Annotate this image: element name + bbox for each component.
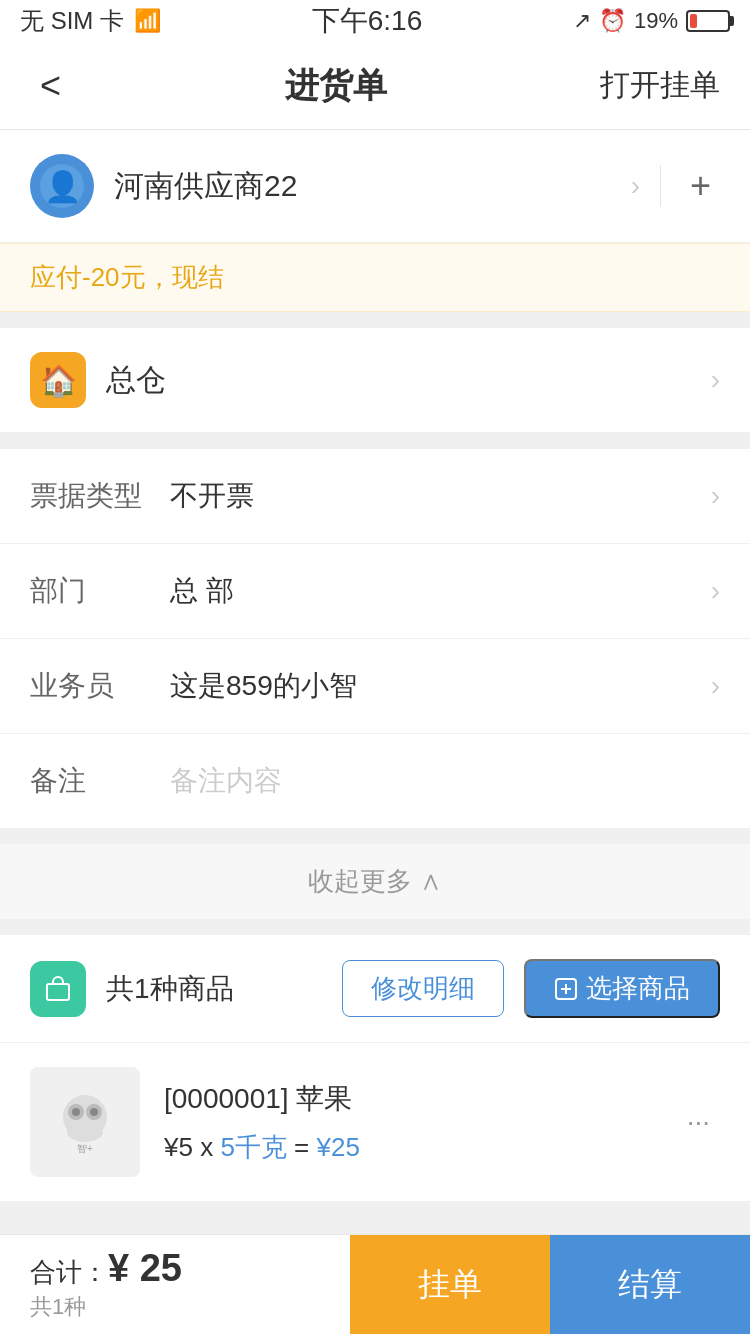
status-left: 无 SIM 卡 📶	[20, 5, 161, 37]
quantity-value: 5千克	[220, 1132, 286, 1162]
dept-label: 部门	[30, 572, 170, 610]
shopping-bag-icon	[43, 974, 73, 1004]
svg-point-7	[67, 1122, 103, 1142]
chevron-right-icon: ›	[631, 170, 640, 202]
modify-detail-button[interactable]: 修改明细	[342, 960, 504, 1017]
salesperson-row[interactable]: 业务员 这是859的小智 ›	[0, 638, 750, 733]
salesperson-chevron-icon: ›	[711, 670, 720, 702]
invoice-value: 不开票	[170, 477, 711, 515]
wifi-icon: 📶	[134, 8, 161, 34]
back-button[interactable]: <	[30, 55, 71, 117]
status-right: ↗ ⏰ 19%	[573, 8, 730, 34]
select-icon	[554, 977, 578, 1001]
warehouse-icon: 🏠	[30, 352, 86, 408]
remark-input[interactable]: 备注内容	[170, 762, 720, 800]
open-hang-button[interactable]: 打开挂单	[600, 65, 720, 106]
select-product-label: 选择商品	[586, 971, 690, 1006]
salesperson-value: 这是859的小智	[170, 667, 711, 705]
supplier-add-button[interactable]: +	[660, 165, 720, 207]
total-value: ¥25	[317, 1132, 360, 1162]
dept-row[interactable]: 部门 总 部 ›	[0, 543, 750, 638]
checkout-button[interactable]: 结算	[550, 1235, 750, 1335]
person-icon: 👤	[44, 169, 81, 204]
product-info: [0000001] 苹果 ¥5 x 5千克 = ¥25	[164, 1080, 677, 1165]
location-icon: ↗	[573, 8, 591, 34]
product-owl-logo: 智+	[45, 1082, 125, 1162]
warehouse-row[interactable]: 🏠 总仓 ›	[0, 328, 750, 432]
invoice-chevron-icon: ›	[711, 480, 720, 512]
invoice-label: 票据类型	[30, 477, 170, 515]
supplier-name: 河南供应商22	[114, 166, 631, 207]
footer-total: 合计： ¥ 25 共1种	[0, 1247, 350, 1322]
nav-bar: < 进货单 打开挂单	[0, 42, 750, 130]
price-value: ¥5 x	[164, 1132, 220, 1162]
form-section: 票据类型 不开票 › 部门 总 部 › 业务员 这是859的小智 › 备注 备注…	[0, 448, 750, 828]
battery-percent: 19%	[634, 8, 678, 34]
battery-fill	[690, 14, 697, 28]
status-bar: 无 SIM 卡 📶 下午6:16 ↗ ⏰ 19%	[0, 0, 750, 42]
svg-point-5	[72, 1108, 80, 1116]
select-product-button[interactable]: 选择商品	[524, 959, 720, 1018]
invoice-row[interactable]: 票据类型 不开票 ›	[0, 448, 750, 543]
supplier-row: 👤 河南供应商22 › +	[0, 130, 750, 243]
supplier-notice: 应付-20元，现结	[0, 243, 750, 312]
total-label: 合计：	[30, 1255, 108, 1290]
total-row: 合计： ¥ 25	[30, 1247, 320, 1290]
total-amount: ¥ 25	[108, 1247, 182, 1290]
status-time: 下午6:16	[312, 2, 423, 40]
footer: 合计： ¥ 25 共1种 挂单 结算	[0, 1234, 750, 1334]
avatar-inner: 👤	[40, 164, 84, 208]
supplier-info[interactable]: 👤 河南供应商22 ›	[30, 154, 640, 218]
product-count: 共1种商品	[106, 970, 342, 1008]
supplier-avatar: 👤	[30, 154, 94, 218]
page-title: 进货单	[285, 63, 387, 109]
equals-sign: =	[294, 1132, 316, 1162]
warehouse-name: 总仓	[106, 360, 711, 401]
product-thumbnail: 智+	[30, 1067, 140, 1177]
carrier-text: 无 SIM 卡	[20, 5, 124, 37]
product-price-info: ¥5 x 5千克 = ¥25	[164, 1130, 677, 1165]
product-item: 智+ [0000001] 苹果 ¥5 x 5千克 = ¥25 ···	[0, 1043, 750, 1201]
remark-row[interactable]: 备注 备注内容	[0, 733, 750, 828]
product-icon	[30, 961, 86, 1017]
product-title: 苹果	[296, 1083, 352, 1114]
total-count: 共1种	[30, 1292, 320, 1322]
product-section: 共1种商品 修改明细 选择商品 智+ [000	[0, 935, 750, 1201]
remark-label: 备注	[30, 762, 170, 800]
product-name: [0000001] 苹果	[164, 1080, 677, 1118]
dept-value: 总 部	[170, 572, 711, 610]
product-header: 共1种商品 修改明细 选择商品	[0, 935, 750, 1043]
product-more-button[interactable]: ···	[677, 1096, 720, 1148]
battery-icon	[686, 10, 730, 32]
collapse-button[interactable]: 收起更多 ∧	[0, 844, 750, 919]
dept-chevron-icon: ›	[711, 575, 720, 607]
product-code: [0000001]	[164, 1083, 296, 1114]
supplier-section: 👤 河南供应商22 › + 应付-20元，现结	[0, 130, 750, 312]
svg-text:智+: 智+	[77, 1143, 93, 1154]
warehouse-section: 🏠 总仓 ›	[0, 328, 750, 432]
svg-rect-0	[47, 984, 69, 1000]
salesperson-label: 业务员	[30, 667, 170, 705]
alarm-icon: ⏰	[599, 8, 626, 34]
house-icon: 🏠	[40, 363, 77, 398]
hang-button[interactable]: 挂单	[350, 1235, 550, 1335]
warehouse-chevron-icon: ›	[711, 364, 720, 396]
svg-point-6	[90, 1108, 98, 1116]
